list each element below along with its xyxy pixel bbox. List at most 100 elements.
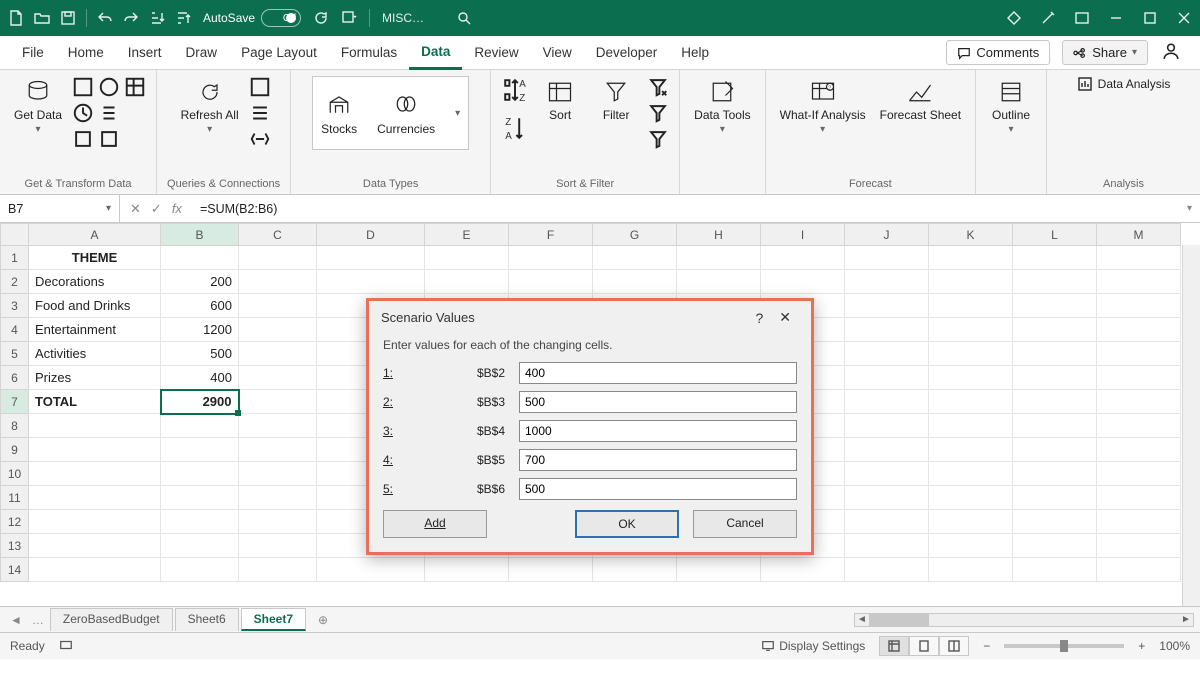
cell-J12[interactable]	[845, 510, 929, 534]
cell-A12[interactable]	[29, 510, 161, 534]
cell-M4[interactable]	[1097, 318, 1181, 342]
col-header-E[interactable]: E	[425, 224, 509, 246]
cell-C5[interactable]	[239, 342, 317, 366]
cell-K14[interactable]	[929, 558, 1013, 582]
fx-icon[interactable]: fx	[172, 201, 182, 216]
col-header-J[interactable]: J	[845, 224, 929, 246]
row-header-9[interactable]: 9	[1, 438, 29, 462]
cell-K12[interactable]	[929, 510, 1013, 534]
col-header-C[interactable]: C	[239, 224, 317, 246]
clear-filter-icon[interactable]	[647, 76, 669, 98]
cell-K11[interactable]	[929, 486, 1013, 510]
queries-icon[interactable]	[249, 76, 271, 98]
row-header-2[interactable]: 2	[1, 270, 29, 294]
from-table-icon[interactable]	[124, 76, 146, 98]
formula-input[interactable]: =SUM(B2:B6)	[192, 202, 1179, 216]
cell-B12[interactable]	[161, 510, 239, 534]
col-header-M[interactable]: M	[1097, 224, 1181, 246]
sheet-tab-zerobasedbudget[interactable]: ZeroBasedBudget	[50, 608, 173, 631]
col-header-K[interactable]: K	[929, 224, 1013, 246]
cell-H2[interactable]	[677, 270, 761, 294]
close-icon[interactable]	[1176, 10, 1192, 26]
cell-M5[interactable]	[1097, 342, 1181, 366]
row-header-5[interactable]: 5	[1, 342, 29, 366]
cell-C1[interactable]	[239, 246, 317, 270]
cell-C4[interactable]	[239, 318, 317, 342]
cell-J14[interactable]	[845, 558, 929, 582]
sort-az-icon[interactable]: AZ	[501, 76, 529, 104]
macro-record-icon[interactable]	[59, 638, 73, 655]
cell-C6[interactable]	[239, 366, 317, 390]
autosave-toggle[interactable]: Off	[261, 9, 301, 27]
row-header-3[interactable]: 3	[1, 294, 29, 318]
cell-L10[interactable]	[1013, 462, 1097, 486]
cell-J11[interactable]	[845, 486, 929, 510]
cell-K7[interactable]	[929, 390, 1013, 414]
cell-J6[interactable]	[845, 366, 929, 390]
cell-L9[interactable]	[1013, 438, 1097, 462]
cell-C3[interactable]	[239, 294, 317, 318]
row-header-4[interactable]: 4	[1, 318, 29, 342]
cell-M13[interactable]	[1097, 534, 1181, 558]
cell-K9[interactable]	[929, 438, 1013, 462]
ok-button[interactable]: OK	[575, 510, 679, 538]
cell-K13[interactable]	[929, 534, 1013, 558]
from-web-icon[interactable]	[98, 76, 120, 98]
tab-review[interactable]: Review	[462, 36, 530, 70]
cell-M3[interactable]	[1097, 294, 1181, 318]
cell-L5[interactable]	[1013, 342, 1097, 366]
cell-E1[interactable]	[425, 246, 509, 270]
cell-A9[interactable]	[29, 438, 161, 462]
cell-B11[interactable]	[161, 486, 239, 510]
forecast-sheet-button[interactable]: Forecast Sheet	[876, 76, 965, 124]
filter-button[interactable]: Filter	[591, 76, 641, 124]
cell-A11[interactable]	[29, 486, 161, 510]
sort-button[interactable]: Sort	[535, 76, 585, 124]
cell-K10[interactable]	[929, 462, 1013, 486]
cell-L12[interactable]	[1013, 510, 1097, 534]
scenario-value-input-3[interactable]	[519, 420, 797, 442]
cell-K1[interactable]	[929, 246, 1013, 270]
cell-E2[interactable]	[425, 270, 509, 294]
outline-button[interactable]: Outline▾	[986, 76, 1036, 137]
cell-J8[interactable]	[845, 414, 929, 438]
scenario-value-input-4[interactable]	[519, 449, 797, 471]
col-header-H[interactable]: H	[677, 224, 761, 246]
cell-L2[interactable]	[1013, 270, 1097, 294]
cell-C10[interactable]	[239, 462, 317, 486]
cell-A8[interactable]	[29, 414, 161, 438]
cell-B6[interactable]: 400	[161, 366, 239, 390]
cell-L13[interactable]	[1013, 534, 1097, 558]
cell-B4[interactable]: 1200	[161, 318, 239, 342]
cell-J1[interactable]	[845, 246, 929, 270]
cell-I1[interactable]	[761, 246, 845, 270]
advanced-filter-icon[interactable]	[647, 128, 669, 150]
cell-C12[interactable]	[239, 510, 317, 534]
cell-M7[interactable]	[1097, 390, 1181, 414]
cell-B7[interactable]: 2900	[161, 390, 239, 414]
cell-C8[interactable]	[239, 414, 317, 438]
cell-A10[interactable]	[29, 462, 161, 486]
cell-H1[interactable]	[677, 246, 761, 270]
col-header-I[interactable]: I	[761, 224, 845, 246]
name-box[interactable]: B7▾	[0, 195, 120, 222]
row-header-1[interactable]: 1	[1, 246, 29, 270]
open-icon[interactable]	[34, 10, 50, 26]
cell-M11[interactable]	[1097, 486, 1181, 510]
cell-L11[interactable]	[1013, 486, 1097, 510]
cell-C14[interactable]	[239, 558, 317, 582]
existing-conn-icon[interactable]	[98, 102, 120, 124]
zoom-in-icon[interactable]: +	[1138, 639, 1145, 653]
whatif-button[interactable]: ? What-If Analysis▾	[776, 76, 870, 137]
tab-data[interactable]: Data	[409, 36, 462, 70]
from-text-icon[interactable]	[72, 76, 94, 98]
help-icon[interactable]: ?	[747, 310, 771, 326]
cell-G14[interactable]	[593, 558, 677, 582]
zoom-out-icon[interactable]: −	[983, 639, 990, 653]
refresh-icon[interactable]	[313, 10, 329, 26]
cell-K4[interactable]	[929, 318, 1013, 342]
cell-K3[interactable]	[929, 294, 1013, 318]
zoom-level[interactable]: 100%	[1159, 639, 1190, 653]
col-header-G[interactable]: G	[593, 224, 677, 246]
source2-icon[interactable]	[98, 128, 120, 150]
